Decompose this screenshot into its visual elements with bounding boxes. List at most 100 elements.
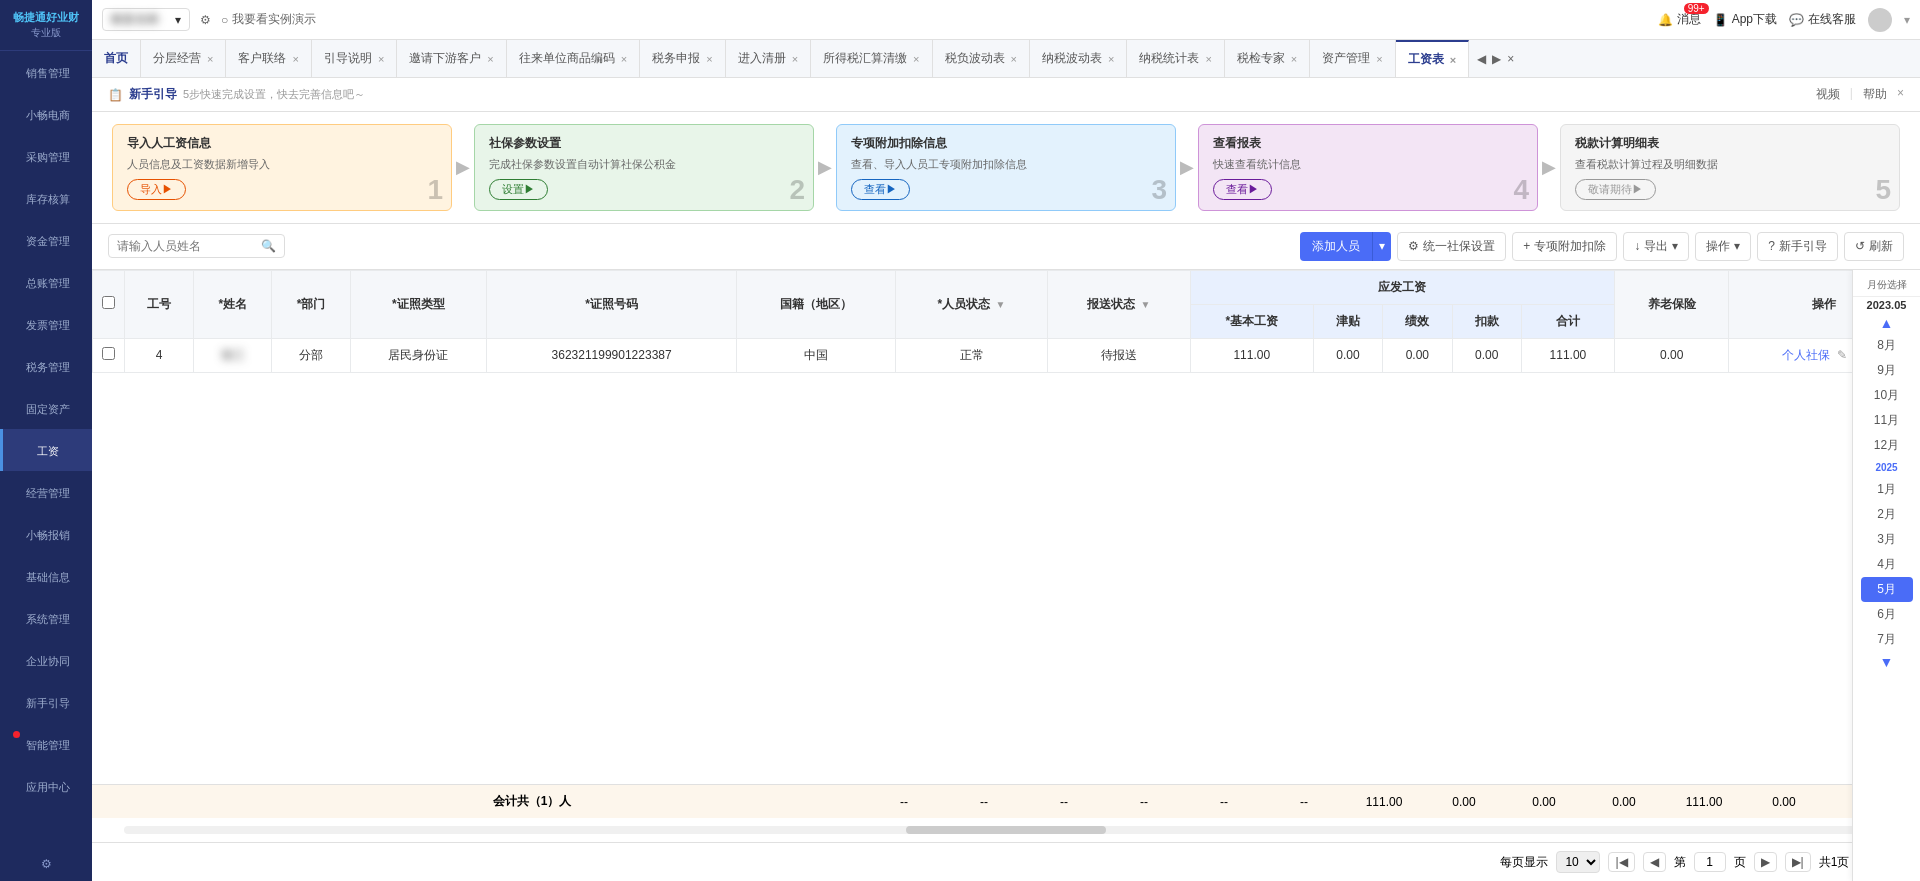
month-item-7[interactable]: 7月: [1861, 627, 1913, 652]
tab-tax-stat[interactable]: 纳税统计表 ×: [1127, 40, 1224, 78]
sidebar-item-finance[interactable]: 资金管理: [0, 219, 92, 261]
report-filter-icon[interactable]: ▼: [1141, 299, 1151, 310]
sidebar-item-assets[interactable]: 固定资产: [0, 387, 92, 429]
tab-product-code[interactable]: 往来单位商品编码 ×: [507, 40, 640, 78]
close-icon[interactable]: ×: [1011, 53, 1017, 65]
account-selector[interactable]: 账套名称 ▾: [102, 8, 190, 31]
select-all-checkbox[interactable]: [102, 296, 115, 309]
month-item-4[interactable]: 4月: [1861, 552, 1913, 577]
month-down-button[interactable]: ▼: [1878, 652, 1896, 672]
status-filter-icon[interactable]: ▼: [996, 299, 1006, 310]
search-icon[interactable]: 🔍: [261, 239, 276, 253]
tab-layered-mgmt[interactable]: 分层经营 ×: [141, 40, 226, 78]
close-icon[interactable]: ×: [913, 53, 919, 65]
close-icon[interactable]: ×: [1450, 54, 1456, 66]
page-number-input[interactable]: [1694, 852, 1726, 872]
special-deduction-button[interactable]: + 专项附加扣除: [1512, 232, 1617, 261]
online-service-button[interactable]: 💬 在线客服: [1789, 11, 1856, 28]
tab-close-all[interactable]: ×: [1505, 50, 1516, 68]
new-guide-button[interactable]: ? 新手引导: [1757, 232, 1838, 261]
sidebar-item-inventory[interactable]: 库存核算: [0, 177, 92, 219]
tab-asset-mgmt[interactable]: 资产管理 ×: [1310, 40, 1395, 78]
close-icon[interactable]: ×: [621, 53, 627, 65]
close-icon[interactable]: ×: [1108, 53, 1114, 65]
close-icon[interactable]: ×: [1205, 53, 1211, 65]
tab-clearance[interactable]: 进入清册 ×: [726, 40, 811, 78]
close-icon[interactable]: ×: [1376, 53, 1382, 65]
month-up-button[interactable]: ▲: [1878, 313, 1896, 333]
sidebar-item-invoice[interactable]: 发票管理: [0, 303, 92, 345]
sidebar-item-ecommerce[interactable]: 小畅电商: [0, 93, 92, 135]
close-icon[interactable]: ×: [487, 53, 493, 65]
month-item-3[interactable]: 3月: [1861, 527, 1913, 552]
tab-payroll[interactable]: 工资表 ×: [1396, 40, 1469, 78]
tab-guide[interactable]: 引导说明 ×: [312, 40, 397, 78]
horizontal-scrollbar[interactable]: [92, 818, 1920, 842]
settings-gear-button[interactable]: ⚙: [196, 9, 215, 31]
search-input[interactable]: [117, 239, 257, 253]
tab-home[interactable]: 首页: [92, 40, 141, 78]
sidebar-item-basic-info[interactable]: 基础信息: [0, 555, 92, 597]
close-icon[interactable]: ×: [792, 53, 798, 65]
row-checkbox[interactable]: [102, 347, 115, 360]
sidebar-item-guide[interactable]: 新手引导: [0, 681, 92, 723]
step-4-button[interactable]: 查看▶: [1213, 179, 1272, 200]
close-icon[interactable]: ×: [1291, 53, 1297, 65]
close-icon[interactable]: ×: [207, 53, 213, 65]
tab-right-arrow[interactable]: ▶: [1490, 50, 1503, 68]
user-menu-arrow[interactable]: ▾: [1904, 13, 1910, 27]
sidebar-item-ai[interactable]: 智能管理: [0, 723, 92, 765]
month-item-9[interactable]: 9月: [1861, 358, 1913, 383]
step-5-button[interactable]: 敬请期待▶: [1575, 179, 1656, 200]
step-2-button[interactable]: 设置▶: [489, 179, 548, 200]
tab-invite[interactable]: 邀请下游客户 ×: [397, 40, 506, 78]
sidebar-item-operations[interactable]: 经营管理: [0, 471, 92, 513]
unified-settings-button[interactable]: ⚙ 统一社保设置: [1397, 232, 1506, 261]
tab-tax-report[interactable]: 税务申报 ×: [640, 40, 725, 78]
sidebar-item-expense[interactable]: 小畅报销: [0, 513, 92, 555]
refresh-button[interactable]: ↺ 刷新: [1844, 232, 1904, 261]
step-3-button[interactable]: 查看▶: [851, 179, 910, 200]
month-item-8[interactable]: 8月: [1861, 333, 1913, 358]
sidebar-item-payroll[interactable]: 工资: [0, 429, 92, 471]
tab-customer[interactable]: 客户联络 ×: [226, 40, 311, 78]
tab-tax-wave[interactable]: 纳税波动表 ×: [1030, 40, 1127, 78]
close-guide-button[interactable]: ×: [1897, 86, 1904, 103]
close-icon[interactable]: ×: [292, 53, 298, 65]
sidebar-item-system[interactable]: 系统管理: [0, 597, 92, 639]
first-page-button[interactable]: |◀: [1608, 852, 1634, 872]
sidebar-item-sales[interactable]: 销售管理: [0, 51, 92, 93]
step-1-button[interactable]: 导入▶: [127, 179, 186, 200]
sidebar-item-appstore[interactable]: 应用中心: [0, 765, 92, 807]
sidebar-item-ledger[interactable]: 总账管理: [0, 261, 92, 303]
app-download-button[interactable]: 📱 App下载: [1713, 11, 1777, 28]
demo-button[interactable]: ○ 我要看实例演示: [221, 11, 316, 28]
sidebar-item-tax[interactable]: 税务管理: [0, 345, 92, 387]
month-item-11[interactable]: 11月: [1861, 408, 1913, 433]
month-item-1[interactable]: 1月: [1861, 477, 1913, 502]
operations-button[interactable]: 操作 ▾: [1695, 232, 1751, 261]
message-button[interactable]: 🔔 消息 99+: [1658, 11, 1701, 28]
month-item-12[interactable]: 12月: [1861, 433, 1913, 458]
tab-tax-burden[interactable]: 税负波动表 ×: [933, 40, 1030, 78]
guide-help-link[interactable]: 帮助: [1863, 86, 1887, 103]
next-page-button[interactable]: ▶: [1754, 852, 1777, 872]
user-avatar[interactable]: [1868, 8, 1892, 32]
settings-button[interactable]: ⚙: [0, 847, 92, 881]
guide-video-link[interactable]: 视频: [1816, 86, 1840, 103]
add-person-dropdown[interactable]: ▾: [1372, 232, 1391, 261]
action-edit-icon[interactable]: ✎: [1837, 348, 1847, 362]
sidebar-item-collab[interactable]: 企业协同: [0, 639, 92, 681]
month-item-2[interactable]: 2月: [1861, 502, 1913, 527]
close-icon[interactable]: ×: [706, 53, 712, 65]
per-page-select[interactable]: 10 20 50: [1556, 851, 1600, 873]
tab-left-arrow[interactable]: ◀: [1475, 50, 1488, 68]
month-item-6[interactable]: 6月: [1861, 602, 1913, 627]
month-item-10[interactable]: 10月: [1861, 383, 1913, 408]
close-icon[interactable]: ×: [378, 53, 384, 65]
tab-income-tax[interactable]: 所得税汇算清缴 ×: [811, 40, 932, 78]
sidebar-item-purchase[interactable]: 采购管理: [0, 135, 92, 177]
export-button[interactable]: ↓ 导出 ▾: [1623, 232, 1689, 261]
action-personal-social[interactable]: 个人社保: [1782, 348, 1830, 362]
last-page-button[interactable]: ▶|: [1785, 852, 1811, 872]
